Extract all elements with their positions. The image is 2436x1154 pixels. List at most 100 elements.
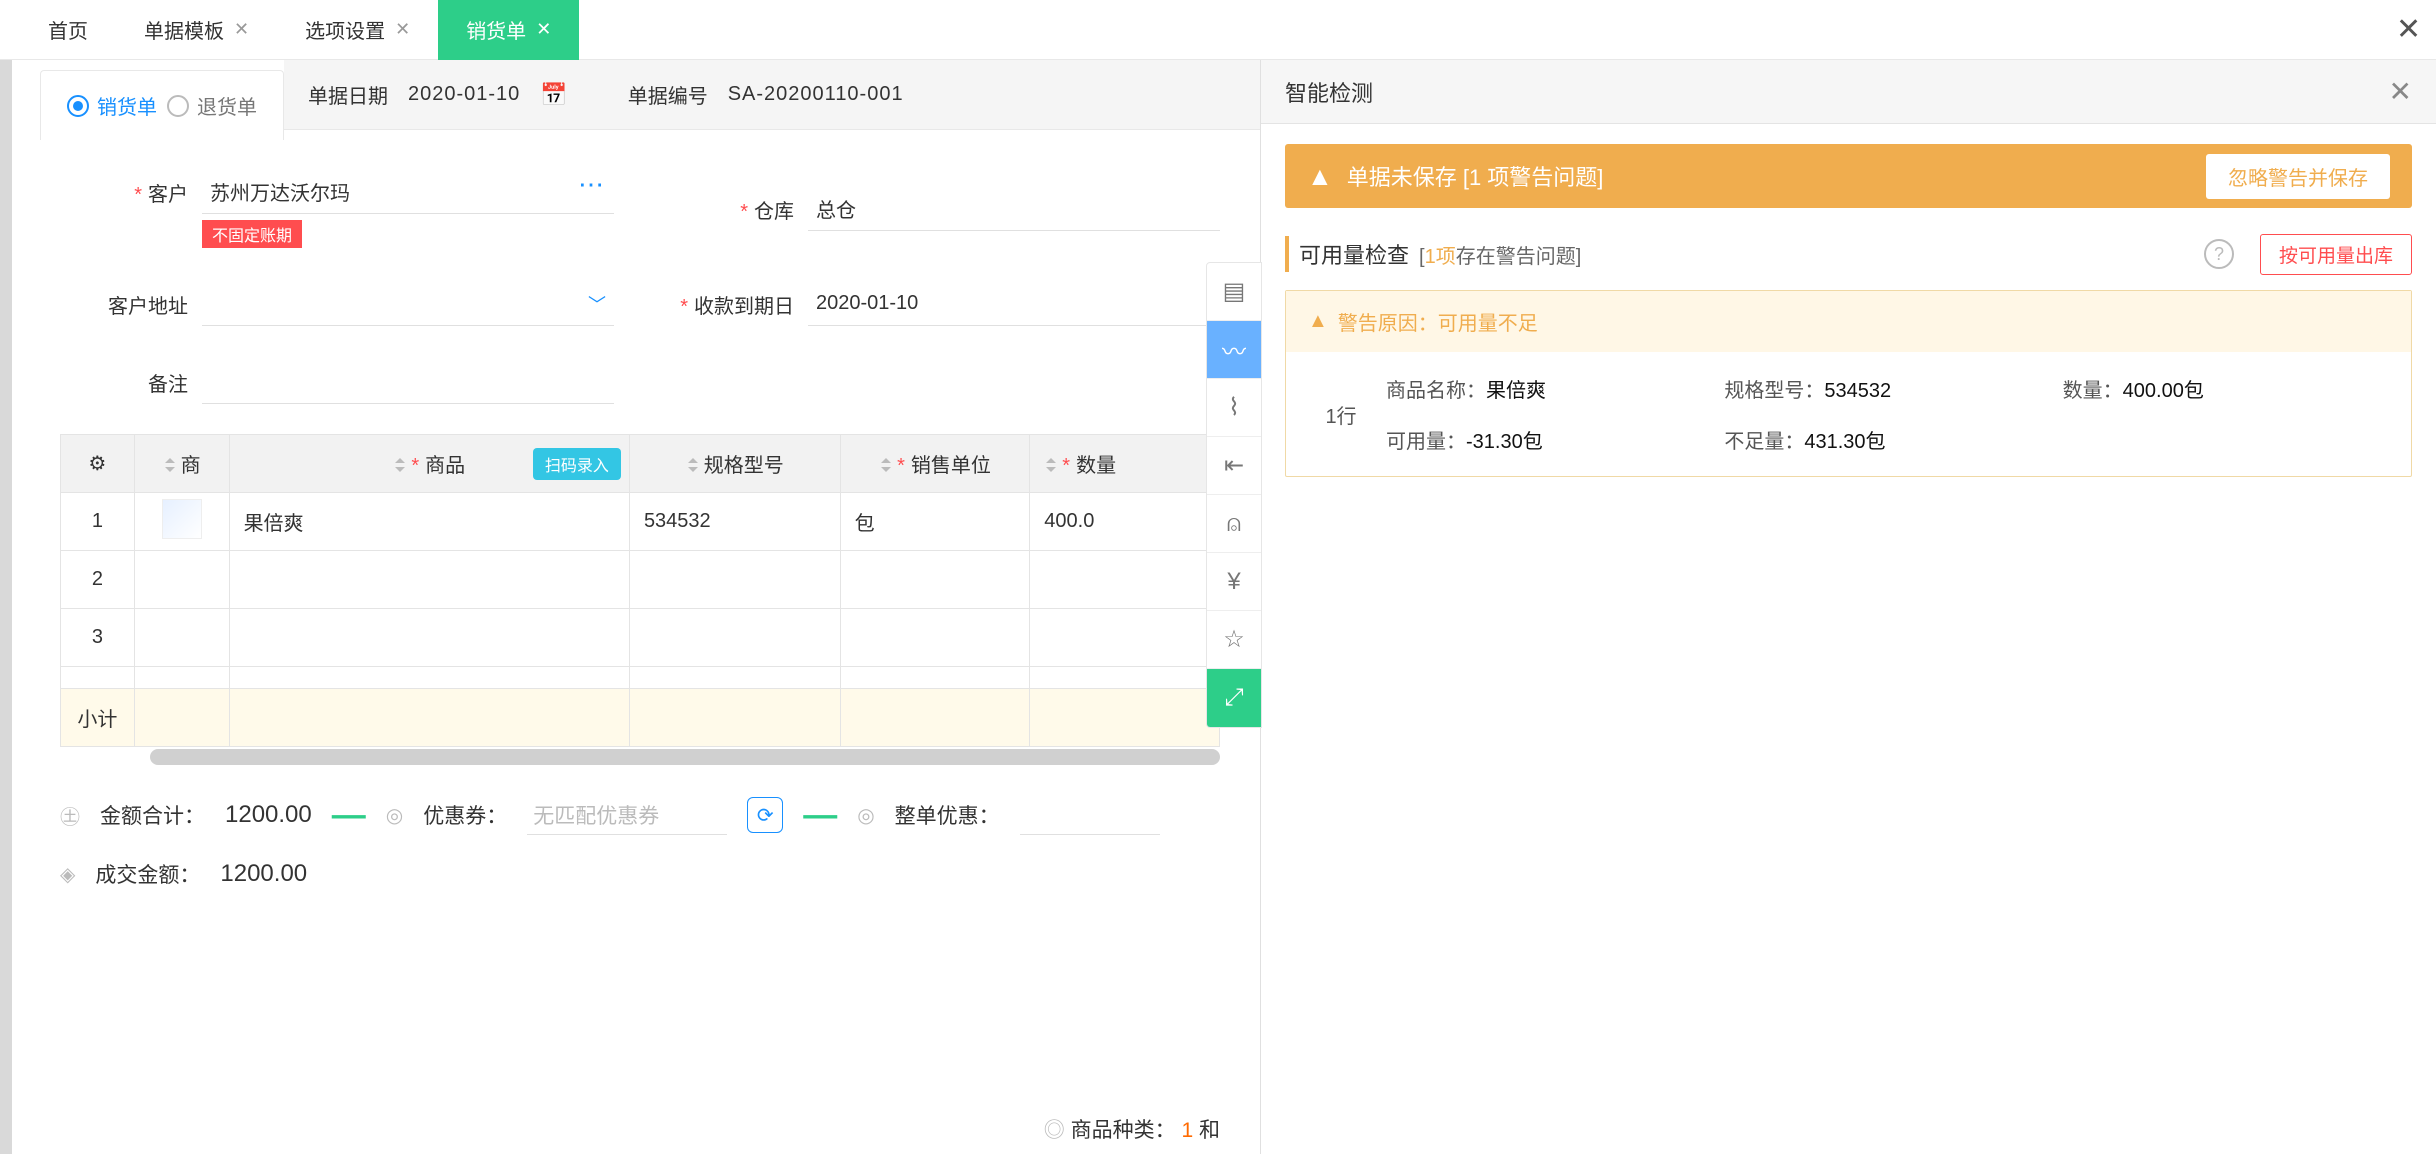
rail-link-icon[interactable]: ⌇	[1207, 379, 1261, 437]
coupon-icon: ◎	[386, 803, 403, 828]
close-icon[interactable]: ✕	[395, 19, 410, 40]
radio-label: 退货单	[197, 91, 257, 120]
col-img[interactable]: 商	[134, 435, 229, 493]
due-date-field: *收款到期日 2020-01-10	[654, 282, 1220, 326]
due-date-input[interactable]: 2020-01-10	[808, 282, 1220, 326]
close-icon[interactable]: ✕	[234, 19, 249, 40]
summary-icon: ◎	[1044, 1119, 1065, 1142]
scan-input-button[interactable]: 扫码录入	[533, 448, 621, 480]
coupon-label: 优惠券：	[423, 800, 507, 830]
banner-message: 单据未保存 [1 项警告问题]	[1347, 160, 2192, 192]
customer-input[interactable]: 苏州万达沃尔玛 ⋯	[202, 170, 614, 214]
doc-date-value[interactable]: 2020-01-10	[408, 83, 520, 106]
side-rail: ▤ 〰 ⌇ ⇤ ⍝ ¥ ☆ ⤢	[1206, 262, 1262, 728]
warehouse-input[interactable]: 总仓	[808, 187, 1220, 231]
minus-icon: —	[803, 796, 837, 835]
doc-date-label: 单据日期	[308, 80, 388, 109]
table-row[interactable]: 3	[61, 609, 1220, 667]
order-type-radio-group: 销货单 退货单	[40, 70, 284, 140]
ignore-and-save-button[interactable]: 忽略警告并保存	[2206, 154, 2390, 199]
warning-reason: 警告原因：可用量不足	[1338, 307, 1538, 336]
customer-field: *客户 苏州万达沃尔玛 ⋯	[48, 170, 614, 214]
col-product[interactable]: *商品 扫码录入	[229, 435, 629, 493]
rail-user-icon[interactable]: ⍝	[1207, 495, 1261, 553]
close-icon[interactable]: ✕	[536, 19, 551, 40]
col-settings[interactable]: ⚙	[61, 435, 135, 493]
yen-icon: ㊏	[60, 801, 80, 830]
deal-icon: ◈	[60, 862, 75, 887]
footer-summary: ◎ 商品种类： 1 和	[0, 1104, 1260, 1144]
input-value: 总仓	[816, 194, 856, 223]
whole-discount-label: 整单优惠：	[895, 800, 1000, 830]
tab-options[interactable]: 选项设置 ✕	[277, 0, 438, 60]
address-input[interactable]: ﹀	[202, 282, 614, 326]
warning-card: ▲ 警告原因：可用量不足 1行 商品名称：果倍爽 规格型号：534532 数量：…	[1285, 290, 2412, 477]
line-items-table: ⚙ 商 *商品 扫码录入 规格型号 *销售单位 *数量 1	[60, 434, 1220, 747]
field-label: 收款到期日	[694, 296, 794, 318]
product-thumb	[162, 499, 202, 539]
input-value: 2020-01-10	[816, 292, 918, 315]
rail-note-icon[interactable]: ▤	[1207, 263, 1261, 321]
order-form-pane: 销货单 退货单 单据日期 2020-01-10 📅 单据编号 SA-202001…	[0, 60, 1260, 1154]
subtotal-row: 小计	[61, 689, 1220, 747]
cell-spec[interactable]: 534532	[629, 493, 840, 551]
tab-home[interactable]: 首页	[20, 0, 116, 60]
remark-input[interactable]	[202, 360, 614, 404]
radio-return[interactable]: 退货单	[167, 91, 257, 120]
col-spec[interactable]: 规格型号	[629, 435, 840, 493]
smart-check-pane: 智能检测 ✕ ▲ 单据未保存 [1 项警告问题] 忽略警告并保存 可用量检查 […	[1260, 60, 2436, 1154]
rail-back-icon[interactable]: ⇤	[1207, 437, 1261, 495]
tab-label: 销货单	[466, 15, 526, 44]
refresh-icon[interactable]: ⟳	[747, 797, 783, 833]
col-qty[interactable]: *数量	[1030, 435, 1220, 493]
doc-no-label: 单据编号	[628, 80, 708, 109]
tab-template[interactable]: 单据模板 ✕	[116, 0, 277, 60]
tab-label: 选项设置	[305, 15, 385, 44]
warning-banner: ▲ 单据未保存 [1 项警告问题] 忽略警告并保存	[1285, 144, 2412, 208]
table-row[interactable]: 1 果倍爽 534532 包 400.0	[61, 493, 1220, 551]
coupon-input[interactable]: 无匹配优惠券	[527, 795, 727, 835]
address-field: 客户地址 ﹀	[48, 282, 614, 326]
gear-icon: ⚙	[88, 453, 106, 475]
radio-dot-icon	[67, 95, 89, 117]
close-all-icon[interactable]: ✕	[2396, 12, 2436, 47]
panel-title: 智能检测	[1285, 76, 1373, 108]
check-title: 可用量检查	[1299, 238, 1409, 270]
ship-by-available-button[interactable]: 按可用量出库	[2260, 234, 2412, 275]
amount-value: 1200.00	[225, 801, 312, 829]
rail-chart-icon[interactable]: 〰	[1207, 321, 1261, 379]
col-unit[interactable]: *销售单位	[840, 435, 1030, 493]
cell-qty[interactable]: 400.0	[1030, 493, 1220, 551]
availability-check-heading: 可用量检查 [1项存在警告问题] ? 按可用量出库	[1285, 236, 2412, 272]
horizontal-scrollbar[interactable]	[150, 749, 1220, 765]
table-row[interactable]	[61, 667, 1220, 689]
radio-label: 销货单	[97, 91, 157, 120]
tab-label: 首页	[48, 15, 88, 44]
deal-value: 1200.00	[220, 860, 307, 888]
field-label: 仓库	[754, 201, 794, 223]
rail-star-icon[interactable]: ☆	[1207, 611, 1261, 669]
field-label: 客户地址	[108, 296, 188, 318]
field-label: 客户	[148, 184, 188, 206]
warehouse-field: *仓库 总仓	[654, 170, 1220, 248]
table-row[interactable]: 2	[61, 551, 1220, 609]
remark-field: 备注	[48, 360, 614, 404]
cell-product[interactable]: 果倍爽	[229, 493, 629, 551]
rail-expand-icon[interactable]: ⤢	[1207, 669, 1261, 727]
warning-icon: ▲	[1307, 161, 1333, 192]
customer-tag: 不固定账期	[202, 220, 302, 248]
help-icon[interactable]: ?	[2204, 239, 2234, 269]
calendar-icon[interactable]: 📅	[540, 82, 567, 108]
chevron-down-icon[interactable]: ﹀	[588, 291, 606, 317]
cell-unit[interactable]: 包	[840, 493, 1030, 551]
radio-sales[interactable]: 销货单	[67, 91, 157, 120]
deal-label: 成交金额：	[95, 859, 200, 889]
warning-row-no: 1行	[1296, 374, 1386, 454]
tab-label: 单据模板	[144, 15, 224, 44]
input-value: 苏州万达沃尔玛	[210, 177, 350, 206]
whole-discount-input[interactable]	[1020, 795, 1160, 835]
close-icon[interactable]: ✕	[2389, 75, 2412, 108]
warning-icon: ▲	[1308, 310, 1328, 333]
tab-sales-order[interactable]: 销货单 ✕	[438, 0, 579, 60]
rail-yen-icon[interactable]: ¥	[1207, 553, 1261, 611]
